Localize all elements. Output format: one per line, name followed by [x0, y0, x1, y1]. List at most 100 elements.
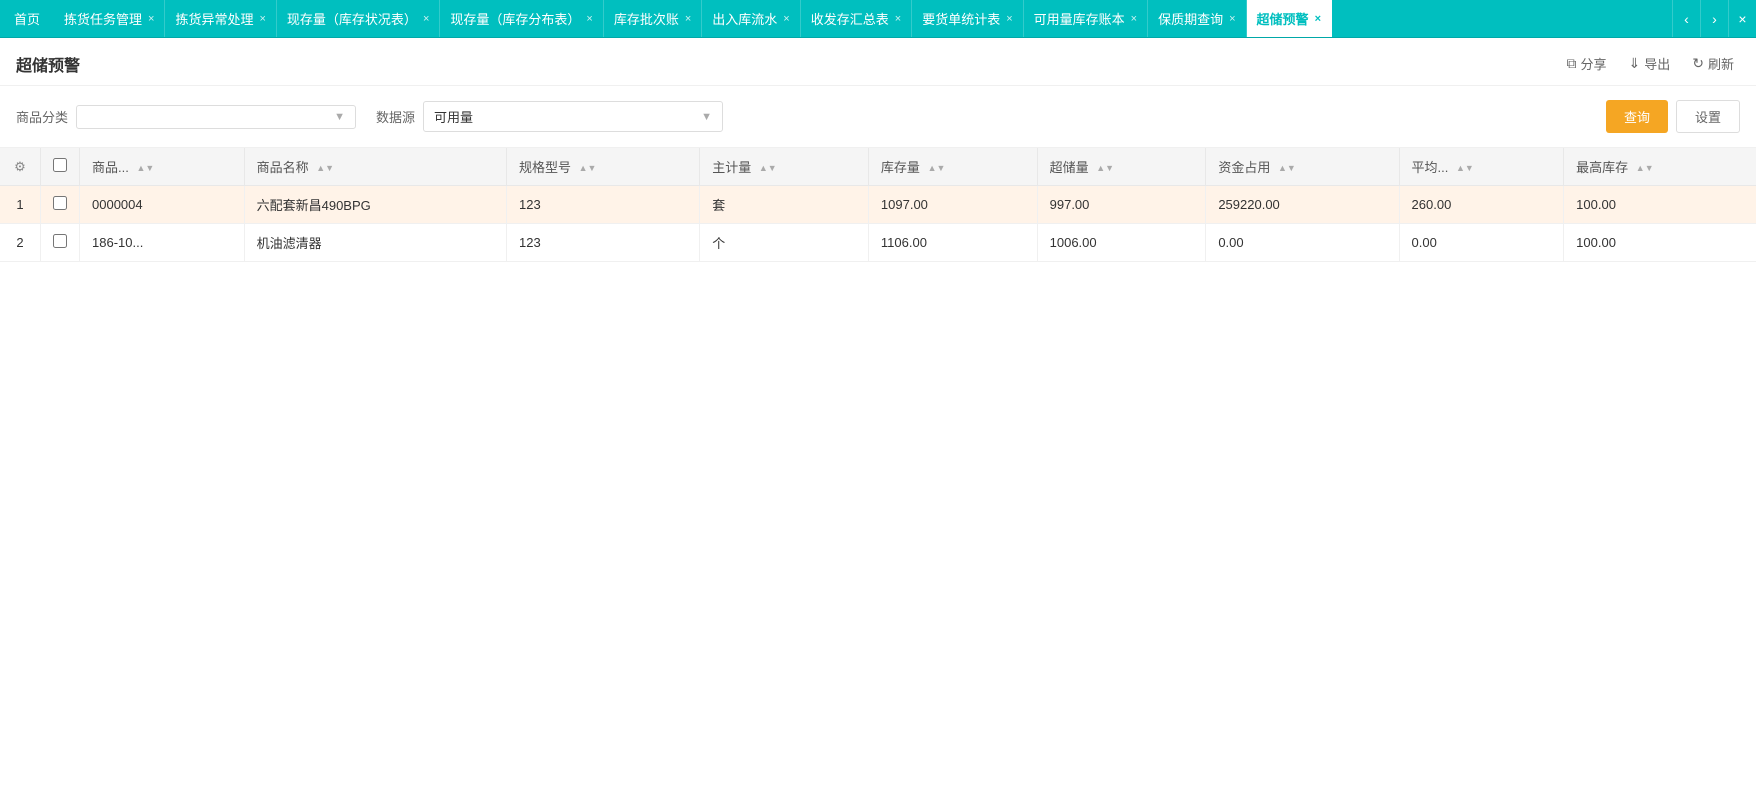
nav-tab-close-6[interactable]: × — [895, 13, 901, 25]
sort-arrows-spec: ▲▼ — [579, 164, 597, 173]
th-gear[interactable]: ⚙ — [0, 148, 41, 186]
td-unit: 套 — [700, 186, 869, 224]
nav-tab-1[interactable]: 拣货异常处理 × — [165, 0, 276, 38]
td-stock: 1097.00 — [868, 186, 1037, 224]
td-spec: 123 — [507, 224, 700, 262]
nav-tab-close-4[interactable]: × — [685, 13, 691, 25]
export-label: 导出 — [1644, 54, 1670, 73]
td-max: 100.00 — [1564, 186, 1756, 224]
th-overflow[interactable]: 超储量 ▲▼ — [1037, 148, 1206, 186]
td-unit: 个 — [700, 224, 869, 262]
select-all-checkbox[interactable] — [53, 158, 67, 172]
sort-arrows-capital: ▲▼ — [1278, 164, 1296, 173]
th-capital[interactable]: 资金占用 ▲▼ — [1206, 148, 1399, 186]
export-button[interactable]: ⇓ 导出 — [1623, 50, 1677, 77]
refresh-label: 刷新 — [1708, 54, 1734, 73]
home-label: 首页 — [14, 9, 40, 28]
td-checkbox[interactable] — [41, 224, 80, 262]
td-overflow: 997.00 — [1037, 186, 1206, 224]
nav-tab-label-10: 超储预警 — [1257, 9, 1309, 28]
share-button[interactable]: ⧉ 分享 — [1560, 50, 1612, 77]
th-spec[interactable]: 规格型号 ▲▼ — [507, 148, 700, 186]
nav-tab-10[interactable]: 超储预警 × — [1247, 0, 1332, 38]
export-icon: ⇓ — [1629, 55, 1641, 72]
datasource-label: 数据源 — [376, 107, 415, 126]
th-max[interactable]: 最高库存 ▲▼ — [1564, 148, 1756, 186]
nav-tab-7[interactable]: 要货单统计表 × — [912, 0, 1023, 38]
category-label: 商品分类 — [16, 107, 68, 126]
nav-tab-close-7[interactable]: × — [1006, 13, 1012, 25]
td-row-number: 1 — [0, 186, 41, 224]
nav-home[interactable]: 首页 — [0, 0, 54, 38]
td-spec: 123 — [507, 186, 700, 224]
gear-icon[interactable]: ⚙ — [12, 159, 28, 175]
td-code: 186-10... — [80, 224, 245, 262]
datasource-select[interactable]: 可用量 ▼ — [423, 101, 723, 132]
nav-tab-close-3[interactable]: × — [586, 13, 592, 25]
td-stock: 1106.00 — [868, 224, 1037, 262]
category-chevron-icon: ▼ — [334, 111, 345, 123]
nav-tab-label-9: 保质期查询 — [1158, 9, 1223, 28]
top-navigation: 首页 拣货任务管理 × 拣货异常处理 × 现存量（库存状况表） × 现存量（库存… — [0, 0, 1756, 38]
nav-tab-close-5[interactable]: × — [783, 13, 789, 25]
row-checkbox[interactable] — [53, 234, 67, 248]
datasource-select-value: 可用量 — [434, 107, 473, 126]
datasource-chevron-icon: ▼ — [701, 111, 712, 123]
nav-tab-label-2: 现存量（库存状况表） — [287, 9, 417, 28]
nav-tab-close-1[interactable]: × — [259, 13, 265, 25]
share-label: 分享 — [1580, 54, 1606, 73]
sort-arrows-overflow: ▲▼ — [1096, 164, 1114, 173]
nav-tab-6[interactable]: 收发存汇总表 × — [801, 0, 912, 38]
nav-tab-8[interactable]: 可用量库存账本 × — [1024, 0, 1148, 38]
query-button[interactable]: 查询 — [1606, 100, 1668, 133]
filter-actions: 查询 设置 — [1606, 100, 1740, 133]
nav-tab-label-7: 要货单统计表 — [922, 9, 1000, 28]
nav-tab-0[interactable]: 拣货任务管理 × — [54, 0, 165, 38]
nav-arrow-close-all[interactable]: × — [1728, 0, 1756, 38]
table-header-row: ⚙ 商品... ▲▼ 商品名称 ▲▼ 规格型号 ▲▼ — [0, 148, 1756, 186]
nav-arrow-prev[interactable]: ‹ — [1672, 0, 1700, 38]
nav-tab-close-10[interactable]: × — [1315, 13, 1321, 25]
filter-category: 商品分类 ▼ — [16, 105, 356, 129]
nav-tab-label-0: 拣货任务管理 — [64, 9, 142, 28]
th-avg[interactable]: 平均... ▲▼ — [1399, 148, 1564, 186]
sort-arrows-code: ▲▼ — [136, 164, 154, 173]
sort-arrows-stock: ▲▼ — [928, 164, 946, 173]
nav-tab-9[interactable]: 保质期查询 × — [1148, 0, 1246, 38]
td-capital: 259220.00 — [1206, 186, 1399, 224]
refresh-button[interactable]: ↻ 刷新 — [1686, 50, 1740, 77]
filter-datasource: 数据源 可用量 ▼ — [376, 101, 723, 132]
category-select[interactable]: ▼ — [76, 105, 356, 129]
filter-area: 商品分类 ▼ 数据源 可用量 ▼ 查询 设置 — [0, 86, 1756, 148]
nav-tab-3[interactable]: 现存量（库存分布表） × — [440, 0, 603, 38]
nav-tab-label-6: 收发存汇总表 — [811, 9, 889, 28]
td-checkbox[interactable] — [41, 186, 80, 224]
data-table-wrap: ⚙ 商品... ▲▼ 商品名称 ▲▼ 规格型号 ▲▼ — [0, 148, 1756, 262]
nav-tab-close-8[interactable]: × — [1131, 13, 1137, 25]
page-title: 超储预警 — [16, 52, 80, 76]
th-checkbox[interactable] — [41, 148, 80, 186]
td-max: 100.00 — [1564, 224, 1756, 262]
row-number: 1 — [16, 197, 23, 212]
row-checkbox[interactable] — [53, 196, 67, 210]
nav-tab-close-0[interactable]: × — [148, 13, 154, 25]
share-icon: ⧉ — [1566, 55, 1576, 72]
th-code[interactable]: 商品... ▲▼ — [80, 148, 245, 186]
nav-tab-close-2[interactable]: × — [423, 13, 429, 25]
page-content: 超储预警 ⧉ 分享 ⇓ 导出 ↻ 刷新 商品分类 ▼ 数据源 — [0, 38, 1756, 800]
nav-tab-4[interactable]: 库存批次账 × — [604, 0, 702, 38]
sort-arrows-name: ▲▼ — [316, 164, 334, 173]
th-stock[interactable]: 库存量 ▲▼ — [868, 148, 1037, 186]
page-header: 超储预警 ⧉ 分享 ⇓ 导出 ↻ 刷新 — [0, 38, 1756, 86]
nav-tab-label-5: 出入库流水 — [712, 9, 777, 28]
nav-tab-5[interactable]: 出入库流水 × — [702, 0, 800, 38]
nav-arrow-next[interactable]: › — [1700, 0, 1728, 38]
sort-arrows-avg: ▲▼ — [1456, 164, 1474, 173]
table-row: 2 186-10... 机油滤清器 123 个 1106.00 1006.00 … — [0, 224, 1756, 262]
nav-tab-close-9[interactable]: × — [1229, 13, 1235, 25]
th-unit[interactable]: 主计量 ▲▼ — [700, 148, 869, 186]
nav-tab-2[interactable]: 现存量（库存状况表） × — [277, 0, 440, 38]
td-name: 机油滤清器 — [244, 224, 506, 262]
th-name[interactable]: 商品名称 ▲▼ — [244, 148, 506, 186]
settings-button[interactable]: 设置 — [1676, 100, 1740, 133]
